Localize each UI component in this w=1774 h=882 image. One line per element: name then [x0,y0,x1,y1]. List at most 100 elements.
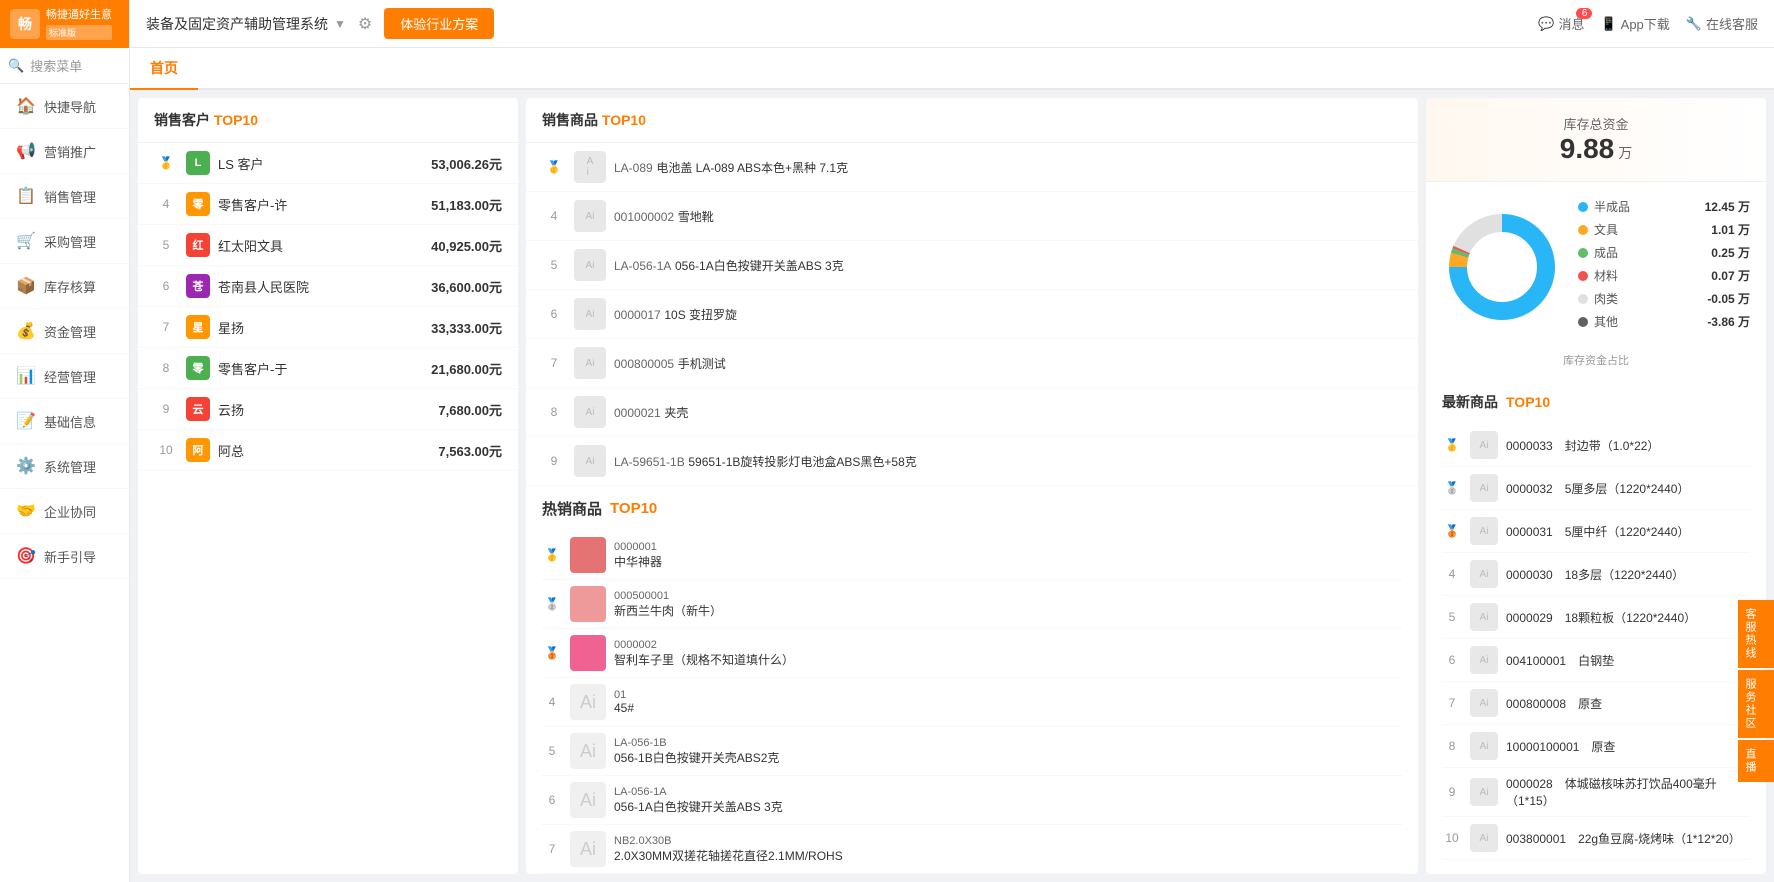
messages-button[interactable]: 💬 消息 6 [1538,14,1584,33]
sidebar-item-operations[interactable]: 📊 经营管理 [0,354,129,399]
product-info: 0000017 10S 变扭罗旋 [614,306,1402,323]
legend-color [1578,317,1588,327]
product-thumb: Ai [570,831,606,867]
sidebar-item-collab[interactable]: 🤝 企业协同 [0,489,129,534]
sidebar-item-label: 销售管理 [44,187,96,206]
customer-amount: 33,333.00元 [431,318,502,337]
legend-item: 其他 -3.86 万 [1578,313,1750,330]
top-item: 7 Ai 000800008 原查 [1442,682,1750,725]
hot-item: 🥉 0000002 智利车子里（规格不知道填什么） [542,629,1402,678]
float-btn-service[interactable]: 客服热线 [1738,600,1774,668]
product-code: 0000021 [614,406,661,420]
avatar: 阿 [186,438,210,462]
service-icon: 🔧 [1686,16,1702,32]
rank-number: 7 [1442,696,1462,710]
avatar: L [186,151,210,175]
product-info: 0000031 5厘中纤（1220*2440） [1506,523,1750,540]
tab-home[interactable]: 首页 [130,48,198,90]
product-thumb: Ai [1470,689,1498,717]
hot-item: 6 Ai LA-056-1A 056-1A白色按键开关盖ABS 3克 [542,776,1402,825]
customer-name: 零售客户-许 [218,195,431,214]
product-thumb: Ai [574,151,606,183]
customer-name: 星扬 [218,318,431,337]
sidebar-item-system[interactable]: ⚙️ 系统管理 [0,444,129,489]
rank-number: 8 [542,405,566,419]
product-code: LA-056-1A [614,259,671,273]
system-icon: ⚙️ [16,456,36,476]
rank-number: 8 [154,361,178,375]
customer-amount: 7,563.00元 [438,441,502,460]
search-menu[interactable]: 🔍 搜索菜单 [0,48,129,84]
settings-icon[interactable]: ⚙ [358,14,372,34]
product-info: 0000028 体城磁核味苏打饮品400毫升（1*15） [1506,775,1750,809]
basic-icon: 📝 [16,411,36,431]
rank-number: 4 [1442,567,1462,581]
product-thumb: Ai [1470,431,1498,459]
avatar: 苍 [186,274,210,298]
rank-number: 5 [154,238,178,252]
product-thumb: Ai [574,396,606,428]
legend-value: -0.05 万 [1707,290,1750,307]
product-info: 0000001 中华神器 [614,541,1402,570]
sidebar-item-sales[interactable]: 📋 销售管理 [0,174,129,219]
float-btn-live[interactable]: 直播 [1738,740,1774,782]
sidebar-item-finance[interactable]: 💰 资金管理 [0,309,129,354]
product-name: 电池盖 LA-089 ABS本色+黑种 7.1克 [656,161,848,175]
sidebar-item-purchase[interactable]: 🛒 采购管理 [0,219,129,264]
product-name: 056-1A白色按键开关盖ABS 3克 [614,798,1402,815]
rank-number: 6 [542,793,562,807]
top-item: 6 Ai 004100001 白钢垫 [1442,639,1750,682]
product-info: 0000029 18颗粒板（1220*2440） [1506,609,1750,626]
top-item: 8 Ai 10000100001 原查 [1442,725,1750,768]
sidebar-item-inventory[interactable]: 📦 库存核算 [0,264,129,309]
product-info: LA-59651-1B 59651-1B旋转投影灯电池盒ABS黑色+58克 [614,453,1402,470]
product-info: LA-056-1A 056-1A白色按键开关盖ABS 3克 [614,786,1402,815]
legend-color [1578,202,1588,212]
product-name: 雪地靴 [678,210,714,224]
legend-color [1578,294,1588,304]
finance-icon: 💰 [16,321,36,341]
customer-name: 红太阳文具 [218,236,431,255]
legend-color [1578,248,1588,258]
rank-number: 9 [542,454,566,468]
topbar-right: 💬 消息 6 📱 App下载 🔧 在线客服 [1538,14,1758,33]
list-item: 7 星 星扬 33,333.00元 [138,307,518,348]
product-code: LA-056-1A [614,786,1402,798]
avatar: 红 [186,233,210,257]
app-download-button[interactable]: 📱 App下载 [1600,14,1669,33]
hot-products-highlight: TOP10 [610,500,657,517]
rank-number: 9 [1442,785,1462,799]
home-icon: 🏠 [16,96,36,116]
trial-button[interactable]: 体验行业方案 [384,8,494,39]
product-info: 000800005 手机测试 [614,355,1402,372]
sidebar-item-quicknav[interactable]: 🏠 快捷导航 [0,84,129,129]
product-info: NB2.0X30B 2.0X30MM双搓花轴搓花直径2.1MM/ROHS [614,835,1402,864]
new-products-section: 最新商品 TOP10 🥇 Ai 0000033 封边带（1.0*22） 🥈 Ai… [1426,380,1766,872]
rank-medal: 🥇 [154,156,178,170]
sidebar-item-marketing[interactable]: 📢 营销推广 [0,129,129,174]
legend-name: 其他 [1594,313,1701,330]
legend-item: 肉类 -0.05 万 [1578,290,1750,307]
rank-number: 6 [542,307,566,321]
rank-medal: 🥈 [542,597,562,611]
sidebar-item-guide[interactable]: 🎯 新手引导 [0,534,129,579]
new-products-highlight: TOP10 [1506,394,1550,410]
product-name: 夹壳 [664,406,688,420]
rank-number: 7 [542,842,562,856]
panel-products: 销售商品 TOP10 🥇 Ai LA-089 电池盖 LA-089 ABS本色+… [526,98,1418,874]
hot-products-title: 热销商品 TOP10 [542,498,1402,519]
product-name: 2.0X30MM双搓花轴搓花直径2.1MM/ROHS [614,847,1402,864]
rank-number: 4 [542,695,562,709]
rank-medal: 🥇 [542,548,562,562]
sidebar-item-basic-info[interactable]: 📝 基础信息 [0,399,129,444]
rank-number: 5 [542,744,562,758]
legend-value: 1.01 万 [1711,221,1750,238]
rank-number: 10 [1442,831,1462,845]
product-name: 新西兰牛肉（新牛） [614,602,1402,619]
product-thumb: Ai [574,200,606,232]
panel-customers: 销售客户 TOP10 🥇 L LS 客户 53,006.26元 4 零 零售客户… [138,98,518,874]
online-service-button[interactable]: 🔧 在线客服 [1686,14,1758,33]
product-name: 智利车子里（规格不知道填什么） [614,651,1402,668]
float-btn-community[interactable]: 服务社区 [1738,670,1774,738]
sidebar-item-label: 营销推广 [44,142,96,161]
